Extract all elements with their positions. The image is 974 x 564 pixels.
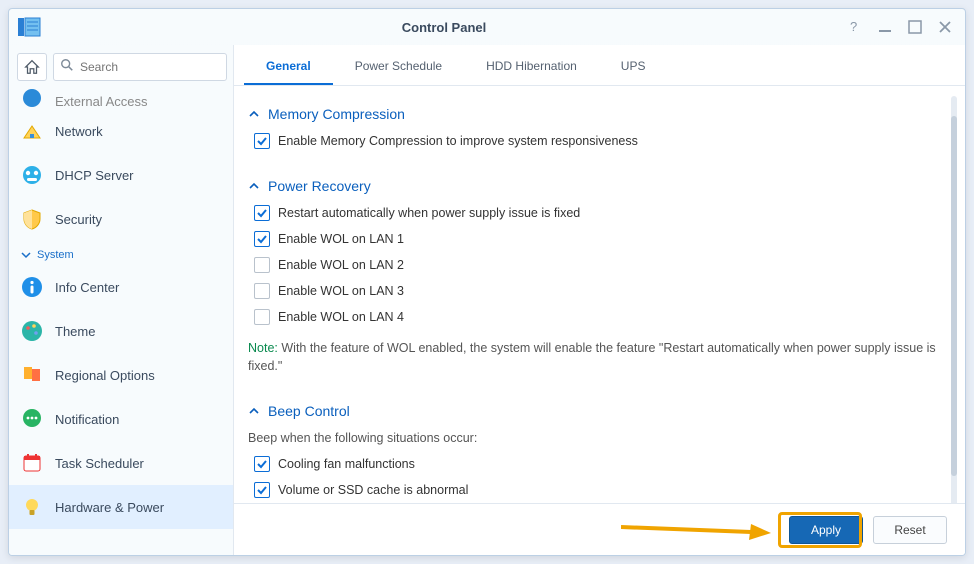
sidebar-item-external-access[interactable]: External Access (9, 89, 233, 109)
help-icon[interactable]: ? (847, 19, 863, 35)
option-volume-abnormal[interactable]: Volume or SSD cache is abnormal (248, 477, 937, 503)
svg-text:?: ? (850, 19, 857, 34)
titlebar: Control Panel ? (9, 9, 965, 45)
flags-icon (21, 364, 43, 386)
option-enable-memory-compression[interactable]: Enable Memory Compression to improve sys… (248, 128, 937, 154)
sidebar-item-label: Notification (55, 412, 119, 427)
checkbox-unchecked[interactable] (254, 257, 270, 273)
option-label: Enable WOL on LAN 3 (278, 284, 404, 298)
option-label: Enable WOL on LAN 1 (278, 232, 404, 246)
chat-icon (21, 408, 43, 430)
calendar-icon (21, 452, 43, 474)
sidebar-item-network[interactable]: Network (9, 109, 233, 153)
sidebar-item-label: DHCP Server (55, 168, 134, 183)
checkbox-checked[interactable] (254, 482, 270, 498)
footer: Apply Reset (234, 503, 965, 555)
note-text: With the feature of WOL enabled, the sys… (248, 341, 936, 373)
option-wol-lan1[interactable]: Enable WOL on LAN 1 (248, 226, 937, 252)
apply-button[interactable]: Apply (789, 516, 863, 544)
search-icon (60, 58, 74, 77)
globe-icon (21, 89, 43, 109)
option-fan-malfunctions[interactable]: Cooling fan malfunctions (248, 451, 937, 477)
scrollbar[interactable] (951, 96, 957, 503)
section-title: Beep Control (268, 403, 350, 419)
sidebar-item-label: Network (55, 124, 103, 139)
checkbox-checked[interactable] (254, 231, 270, 247)
sidebar-item-dhcp[interactable]: DHCP Server (9, 153, 233, 197)
window-controls: ? (847, 19, 957, 35)
option-label: Cooling fan malfunctions (278, 457, 415, 471)
option-label: Enable WOL on LAN 2 (278, 258, 404, 272)
note-label: Note: (248, 341, 278, 355)
option-label: Restart automatically when power supply … (278, 206, 580, 220)
chevron-up-icon (248, 405, 260, 417)
search-field[interactable] (53, 53, 227, 81)
shield-icon (21, 208, 43, 230)
sidebar-item-security[interactable]: Security (9, 197, 233, 241)
option-label: Enable Memory Compression to improve sys… (278, 134, 638, 148)
app-icon (17, 16, 41, 38)
info-icon (21, 276, 43, 298)
section-title: Power Recovery (268, 178, 371, 194)
sidebar-item-label: Info Center (55, 280, 119, 295)
sidebar-item-theme[interactable]: Theme (9, 309, 233, 353)
sidebar-category-label: System (37, 249, 74, 261)
home-button[interactable] (17, 53, 47, 81)
window-title: Control Panel (41, 20, 847, 35)
bulb-icon (21, 496, 43, 518)
option-label: Volume or SSD cache is abnormal (278, 483, 468, 497)
sidebar-item-label: Hardware & Power (55, 500, 164, 515)
sidebar-category-system[interactable]: System (9, 241, 233, 265)
dhcp-icon (21, 164, 43, 186)
callout-arrow-icon (621, 520, 771, 540)
sidebar-item-notification[interactable]: Notification (9, 397, 233, 441)
sidebar-item-label: Security (55, 212, 102, 227)
option-wol-lan2[interactable]: Enable WOL on LAN 2 (248, 252, 937, 278)
checkbox-unchecked[interactable] (254, 309, 270, 325)
minimize-icon[interactable] (877, 19, 893, 35)
network-icon (21, 120, 43, 142)
control-panel-window: Control Panel ? External Acce (8, 8, 966, 556)
sidebar-item-task-scheduler[interactable]: Task Scheduler (9, 441, 233, 485)
section-title: Memory Compression (268, 106, 405, 122)
search-input[interactable] (80, 60, 220, 74)
tab-general[interactable]: General (244, 53, 333, 85)
checkbox-checked[interactable] (254, 456, 270, 472)
tab-hdd-hibernation[interactable]: HDD Hibernation (464, 53, 599, 85)
chevron-up-icon (248, 108, 260, 120)
reset-button[interactable]: Reset (873, 516, 947, 544)
sidebar-item-regional[interactable]: Regional Options (9, 353, 233, 397)
checkbox-checked[interactable] (254, 205, 270, 221)
section-memory-compression[interactable]: Memory Compression (248, 96, 937, 128)
palette-icon (21, 320, 43, 342)
tab-ups[interactable]: UPS (599, 53, 668, 85)
option-wol-lan3[interactable]: Enable WOL on LAN 3 (248, 278, 937, 304)
option-restart-auto[interactable]: Restart automatically when power supply … (248, 200, 937, 226)
close-icon[interactable] (937, 19, 953, 35)
maximize-icon[interactable] (907, 19, 923, 35)
sidebar-item-info-center[interactable]: Info Center (9, 265, 233, 309)
sidebar-item-label: Task Scheduler (55, 456, 144, 471)
sidebar-item-label: External Access (55, 94, 148, 109)
chevron-up-icon (248, 180, 260, 192)
tab-power-schedule[interactable]: Power Schedule (333, 53, 464, 85)
option-label: Enable WOL on LAN 4 (278, 310, 404, 324)
tab-bar: General Power Schedule HDD Hibernation U… (234, 45, 965, 86)
content-area: Memory Compression Enable Memory Compres… (234, 86, 965, 503)
checkbox-unchecked[interactable] (254, 283, 270, 299)
main-panel: General Power Schedule HDD Hibernation U… (234, 45, 965, 555)
body: External Access Network DHCP Server Secu… (9, 45, 965, 555)
sidebar-list: External Access Network DHCP Server Secu… (9, 87, 233, 555)
sidebar-item-label: Regional Options (55, 368, 155, 383)
sidebar-item-label: Theme (55, 324, 95, 339)
checkbox-checked[interactable] (254, 133, 270, 149)
option-wol-lan4[interactable]: Enable WOL on LAN 4 (248, 304, 937, 330)
section-beep-control[interactable]: Beep Control (248, 393, 937, 425)
section-power-recovery[interactable]: Power Recovery (248, 168, 937, 200)
sidebar: External Access Network DHCP Server Secu… (9, 45, 234, 555)
sidebar-item-hardware-power[interactable]: Hardware & Power (9, 485, 233, 529)
beep-intro: Beep when the following situations occur… (248, 425, 937, 451)
wol-note: Note: With the feature of WOL enabled, t… (248, 330, 937, 379)
